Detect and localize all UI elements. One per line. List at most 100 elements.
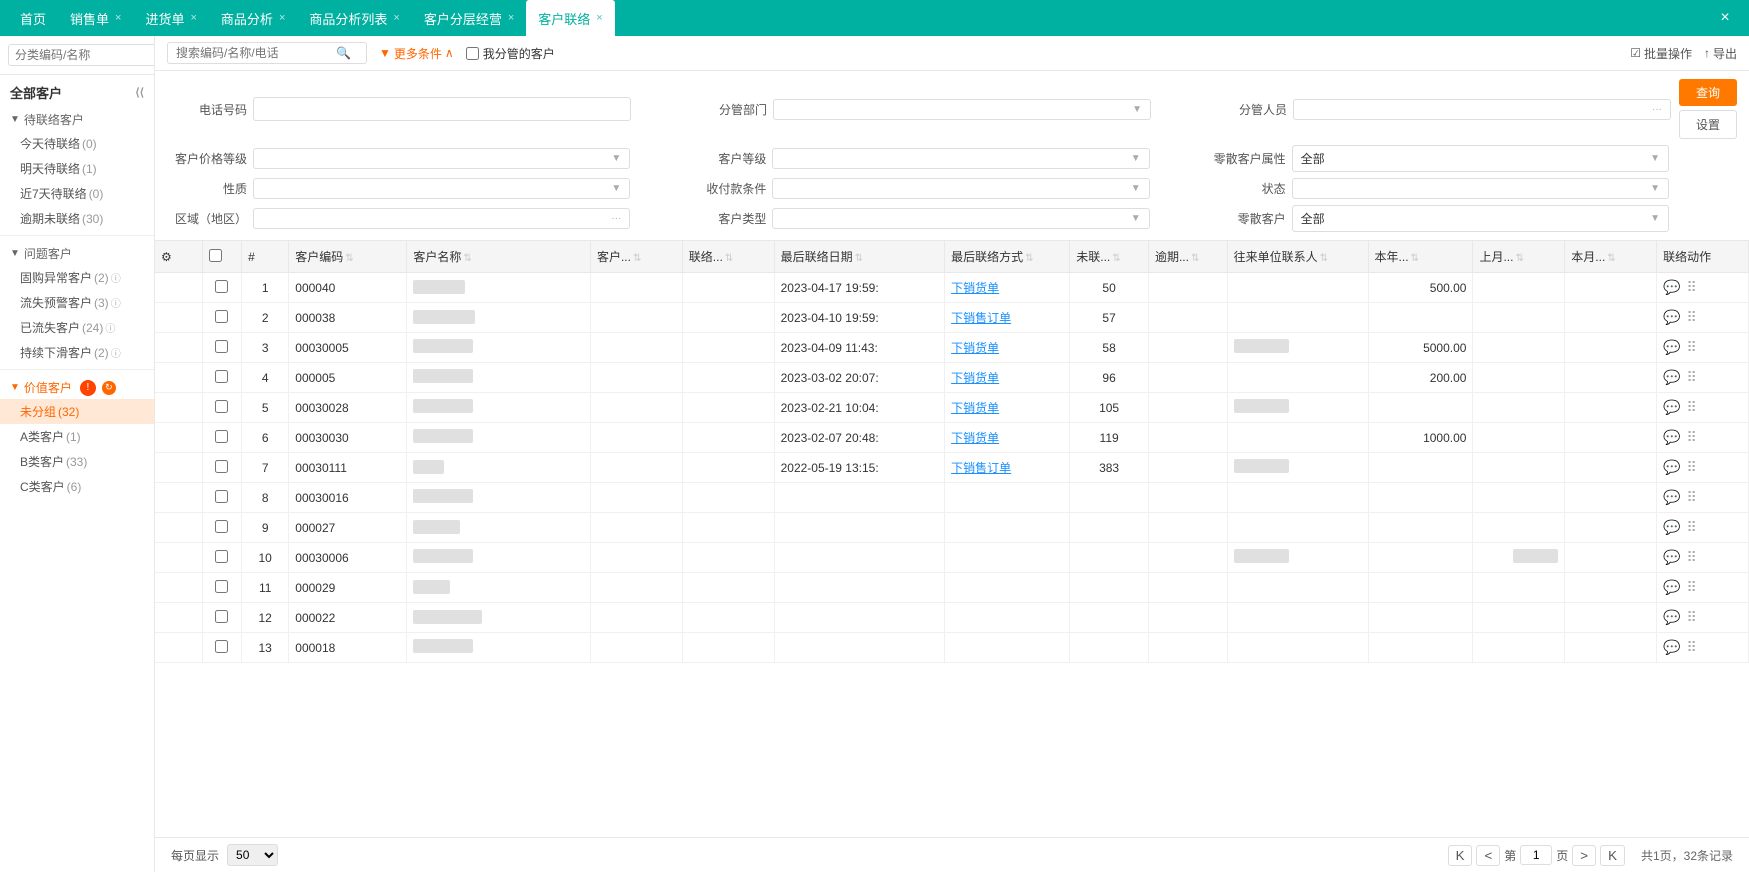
row-checkbox-12[interactable] bbox=[215, 640, 228, 653]
row-checkbox-10[interactable] bbox=[215, 580, 228, 593]
nav-tab-analysis[interactable]: 商品分析 × bbox=[209, 0, 297, 36]
my-customers-checkbox[interactable] bbox=[466, 47, 479, 60]
close-icon-purchase[interactable]: × bbox=[190, 12, 196, 24]
grid-icon-11[interactable]: ⠿ bbox=[1687, 609, 1697, 626]
close-icon-customer-layer[interactable]: × bbox=[508, 12, 514, 24]
row-checkbox-4[interactable] bbox=[215, 400, 228, 413]
chat-icon-3[interactable]: 💬 bbox=[1663, 369, 1680, 386]
grid-icon-10[interactable]: ⠿ bbox=[1687, 579, 1697, 596]
grid-icon-6[interactable]: ⠿ bbox=[1687, 459, 1697, 476]
row-check-2[interactable] bbox=[202, 333, 241, 363]
chat-icon-2[interactable]: 💬 bbox=[1663, 339, 1680, 356]
row-check-9[interactable] bbox=[202, 543, 241, 573]
nav-tab-customer-layer[interactable]: 客户分层经营 × bbox=[412, 0, 526, 36]
grid-icon-2[interactable]: ⠿ bbox=[1687, 339, 1697, 356]
row-checkbox-2[interactable] bbox=[215, 340, 228, 353]
th-this-month[interactable]: 本月...⇅ bbox=[1565, 241, 1657, 273]
sidebar-item-class-c[interactable]: C类客户(6) bbox=[0, 474, 154, 499]
sidebar-item-7days[interactable]: 近7天待联络(0) bbox=[0, 181, 154, 206]
row-last-way-8[interactable] bbox=[945, 513, 1070, 543]
grid-icon-9[interactable]: ⠿ bbox=[1687, 549, 1697, 566]
row-checkbox-3[interactable] bbox=[215, 370, 228, 383]
chat-icon-9[interactable]: 💬 bbox=[1663, 549, 1680, 566]
th-gear[interactable]: ⚙ bbox=[155, 241, 202, 273]
th-company[interactable]: 往来单位联系人⇅ bbox=[1227, 241, 1368, 273]
retail-customer-select[interactable]: 全部 ▼ bbox=[1292, 205, 1669, 232]
problem-customers-group[interactable]: ▼ 问题客户 bbox=[0, 240, 154, 265]
nav-tab-analysis-list[interactable]: 商品分析列表 × bbox=[297, 0, 411, 36]
th-cat[interactable]: 客户...⇅ bbox=[590, 241, 682, 273]
nav-tab-sales[interactable]: 销售单 × bbox=[58, 0, 133, 36]
row-check-6[interactable] bbox=[202, 453, 241, 483]
nav-tab-purchase[interactable]: 进货单 × bbox=[133, 0, 208, 36]
row-last-way-1[interactable]: 下销售订单 bbox=[945, 303, 1070, 333]
sidebar-item-tomorrow[interactable]: 明天待联络(1) bbox=[0, 156, 154, 181]
retail-attr-select[interactable]: 全部 ▼ bbox=[1292, 145, 1669, 172]
search-icon[interactable]: 🔍 bbox=[336, 46, 351, 60]
th-name[interactable]: 客户名称⇅ bbox=[407, 241, 591, 273]
chat-icon-11[interactable]: 💬 bbox=[1663, 609, 1680, 626]
row-check-12[interactable] bbox=[202, 633, 241, 663]
th-last-way[interactable]: 最后联络方式⇅ bbox=[945, 241, 1070, 273]
reset-button[interactable]: 设置 bbox=[1679, 110, 1737, 139]
chat-icon-5[interactable]: 💬 bbox=[1663, 429, 1680, 446]
export-btn[interactable]: ↑ 导出 bbox=[1704, 45, 1737, 62]
row-check-3[interactable] bbox=[202, 363, 241, 393]
grid-icon-8[interactable]: ⠿ bbox=[1687, 519, 1697, 536]
next-page-btn[interactable]: > bbox=[1572, 845, 1596, 866]
grid-icon-0[interactable]: ⠿ bbox=[1687, 279, 1697, 296]
my-customers-toggle[interactable]: 我分管的客户 bbox=[466, 45, 555, 62]
prev-page-btn[interactable]: < bbox=[1476, 845, 1500, 866]
row-last-way-9[interactable] bbox=[945, 543, 1070, 573]
refresh-icon[interactable]: ↻ bbox=[102, 381, 116, 395]
th-check[interactable] bbox=[202, 241, 241, 273]
department-select[interactable]: ▼ bbox=[773, 99, 1151, 120]
row-check-4[interactable] bbox=[202, 393, 241, 423]
nav-tab-customer-contact[interactable]: 客户联络 × bbox=[526, 0, 614, 36]
pending-contact-group[interactable]: ▼ 待联络客户 bbox=[0, 106, 154, 131]
row-checkbox-7[interactable] bbox=[215, 490, 228, 503]
row-checkbox-6[interactable] bbox=[215, 460, 228, 473]
grid-icon-3[interactable]: ⠿ bbox=[1687, 369, 1697, 386]
grid-icon-12[interactable]: ⠿ bbox=[1687, 639, 1697, 656]
region-select[interactable]: ··· bbox=[253, 208, 630, 229]
th-last-month[interactable]: 上月...⇅ bbox=[1473, 241, 1565, 273]
batch-operation-btn[interactable]: ☑ 批量操作 bbox=[1630, 45, 1692, 62]
row-last-way-11[interactable] bbox=[945, 603, 1070, 633]
row-check-11[interactable] bbox=[202, 603, 241, 633]
sidebar-item-churn-warning[interactable]: 流失预警客户(3) ⓘ bbox=[0, 290, 154, 315]
collapse-icon[interactable]: ⟨⟨ bbox=[135, 86, 144, 99]
row-checkbox-9[interactable] bbox=[215, 550, 228, 563]
sidebar-item-overdue[interactable]: 逾期未联络(30) bbox=[0, 206, 154, 231]
page-input[interactable] bbox=[1520, 845, 1552, 865]
chat-icon-0[interactable]: 💬 bbox=[1663, 279, 1680, 296]
main-search-input[interactable] bbox=[176, 46, 336, 60]
search-button[interactable]: 查询 bbox=[1679, 79, 1737, 106]
manager-select[interactable]: ··· bbox=[1293, 99, 1671, 120]
payment-select[interactable]: ▼ bbox=[772, 178, 1149, 199]
chat-icon-8[interactable]: 💬 bbox=[1663, 519, 1680, 536]
chat-icon-12[interactable]: 💬 bbox=[1663, 639, 1680, 656]
first-page-btn[interactable]: K bbox=[1448, 845, 1473, 866]
customer-type-select[interactable]: ▼ bbox=[772, 208, 1149, 229]
sidebar-item-class-a[interactable]: A类客户(1) bbox=[0, 424, 154, 449]
row-last-way-12[interactable] bbox=[945, 633, 1070, 663]
all-customers-header[interactable]: 全部客户 ⟨⟨ bbox=[0, 75, 154, 106]
row-last-way-2[interactable]: 下销货单 bbox=[945, 333, 1070, 363]
grid-icon-7[interactable]: ⠿ bbox=[1687, 489, 1697, 506]
grid-icon-4[interactable]: ⠿ bbox=[1687, 399, 1697, 416]
row-checkbox-5[interactable] bbox=[215, 430, 228, 443]
last-page-btn[interactable]: K bbox=[1600, 845, 1625, 866]
per-page-select[interactable]: 50 100 200 bbox=[227, 844, 278, 866]
row-last-way-4[interactable]: 下销货单 bbox=[945, 393, 1070, 423]
chat-icon-7[interactable]: 💬 bbox=[1663, 489, 1680, 506]
grid-icon-1[interactable]: ⠿ bbox=[1687, 309, 1697, 326]
row-checkbox-11[interactable] bbox=[215, 610, 228, 623]
row-last-way-3[interactable]: 下销货单 bbox=[945, 363, 1070, 393]
sidebar-item-class-b[interactable]: B类客户(33) bbox=[0, 449, 154, 474]
sidebar-search-input[interactable] bbox=[8, 44, 155, 66]
sidebar-item-today[interactable]: 今天待联络(0) bbox=[0, 131, 154, 156]
row-checkbox-8[interactable] bbox=[215, 520, 228, 533]
price-level-select[interactable]: ▼ bbox=[253, 148, 630, 169]
row-last-way-7[interactable] bbox=[945, 483, 1070, 513]
